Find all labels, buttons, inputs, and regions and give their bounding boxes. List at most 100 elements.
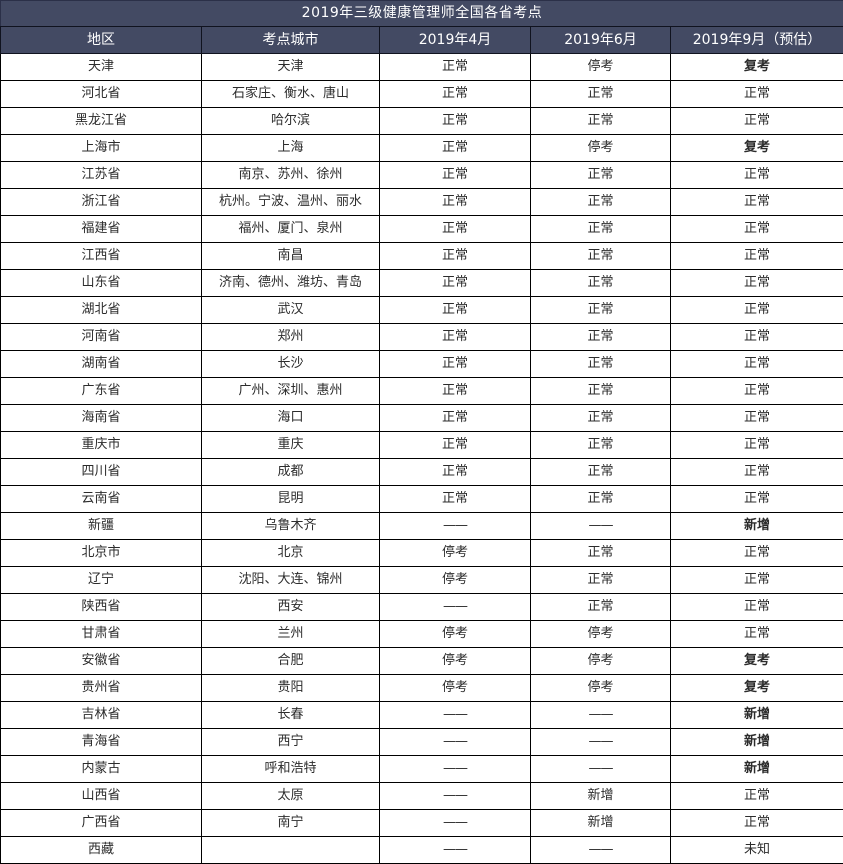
cell-april: —— (380, 594, 531, 621)
cell-city: 哈尔滨 (202, 108, 380, 135)
cell-june: 正常 (531, 108, 671, 135)
cell-june: —— (531, 729, 671, 756)
cell-september: 正常 (671, 108, 843, 135)
cell-june: 正常 (531, 270, 671, 297)
cell-april: 停考 (380, 675, 531, 702)
cell-june: —— (531, 702, 671, 729)
cell-region: 青海省 (1, 729, 202, 756)
cell-city: 南宁 (202, 810, 380, 837)
cell-region: 湖北省 (1, 297, 202, 324)
cell-region: 辽宁 (1, 567, 202, 594)
cell-april: 正常 (380, 81, 531, 108)
cell-june: 正常 (531, 432, 671, 459)
table-row: 广东省广州、深圳、惠州正常正常正常 (1, 378, 843, 405)
cell-city: 呼和浩特 (202, 756, 380, 783)
table-row: 天津天津正常停考复考 (1, 54, 843, 81)
table-row: 青海省西宁————新增 (1, 729, 843, 756)
cell-april: —— (380, 810, 531, 837)
cell-april: 正常 (380, 243, 531, 270)
cell-region: 内蒙古 (1, 756, 202, 783)
cell-april: 停考 (380, 540, 531, 567)
cell-city: 长沙 (202, 351, 380, 378)
cell-region: 西藏 (1, 837, 202, 864)
cell-june: 正常 (531, 486, 671, 513)
cell-june: 正常 (531, 189, 671, 216)
cell-region: 上海市 (1, 135, 202, 162)
cell-region: 安徽省 (1, 648, 202, 675)
cell-region: 江苏省 (1, 162, 202, 189)
table-row: 湖北省武汉正常正常正常 (1, 297, 843, 324)
table-row: 河北省石家庄、衡水、唐山正常正常正常 (1, 81, 843, 108)
cell-city: 武汉 (202, 297, 380, 324)
cell-september: 正常 (671, 216, 843, 243)
column-header-june: 2019年6月 (531, 27, 671, 54)
column-header-city: 考点城市 (202, 27, 380, 54)
cell-city: 上海 (202, 135, 380, 162)
cell-city: 南京、苏州、徐州 (202, 162, 380, 189)
cell-region: 四川省 (1, 459, 202, 486)
cell-june: 正常 (531, 81, 671, 108)
cell-june: 正常 (531, 162, 671, 189)
table-row: 山西省太原——新增正常 (1, 783, 843, 810)
cell-april: 正常 (380, 108, 531, 135)
table-row: 江西省南昌正常正常正常 (1, 243, 843, 270)
cell-region: 天津 (1, 54, 202, 81)
cell-region: 广东省 (1, 378, 202, 405)
cell-region: 江西省 (1, 243, 202, 270)
cell-september: 复考 (671, 54, 843, 81)
cell-september: 正常 (671, 378, 843, 405)
cell-june: 停考 (531, 135, 671, 162)
table-title: 2019年三级健康管理师全国各省考点 (1, 1, 843, 27)
cell-september: 正常 (671, 540, 843, 567)
cell-city: 海口 (202, 405, 380, 432)
cell-june: 正常 (531, 324, 671, 351)
cell-june: 正常 (531, 378, 671, 405)
table-row: 海南省海口正常正常正常 (1, 405, 843, 432)
cell-april: 正常 (380, 270, 531, 297)
cell-city: 杭州。宁波、温州、丽水 (202, 189, 380, 216)
cell-april: —— (380, 513, 531, 540)
cell-region: 甘肃省 (1, 621, 202, 648)
cell-april: —— (380, 729, 531, 756)
cell-june: 正常 (531, 405, 671, 432)
cell-city: 长春 (202, 702, 380, 729)
cell-september: 正常 (671, 621, 843, 648)
cell-april: 正常 (380, 405, 531, 432)
cell-region: 云南省 (1, 486, 202, 513)
table-row: 广西省南宁——新增正常 (1, 810, 843, 837)
cell-september: 复考 (671, 648, 843, 675)
cell-april: 正常 (380, 189, 531, 216)
cell-city: 贵阳 (202, 675, 380, 702)
cell-june: 正常 (531, 567, 671, 594)
cell-region: 湖南省 (1, 351, 202, 378)
cell-region: 吉林省 (1, 702, 202, 729)
cell-city: 郑州 (202, 324, 380, 351)
exam-sites-table: 2019年三级健康管理师全国各省考点 地区 考点城市 2019年4月 2019年… (0, 0, 843, 864)
table-row: 贵州省贵阳停考停考复考 (1, 675, 843, 702)
cell-city: 石家庄、衡水、唐山 (202, 81, 380, 108)
cell-june: 正常 (531, 243, 671, 270)
cell-region: 北京市 (1, 540, 202, 567)
table-header: 2019年三级健康管理师全国各省考点 地区 考点城市 2019年4月 2019年… (1, 1, 843, 54)
table-row: 甘肃省兰州停考停考正常 (1, 621, 843, 648)
cell-region: 河南省 (1, 324, 202, 351)
cell-april: 正常 (380, 162, 531, 189)
cell-city: 北京 (202, 540, 380, 567)
column-header-region: 地区 (1, 27, 202, 54)
cell-city: 太原 (202, 783, 380, 810)
table-row: 江苏省南京、苏州、徐州正常正常正常 (1, 162, 843, 189)
table-row: 上海市上海正常停考复考 (1, 135, 843, 162)
cell-city: 成都 (202, 459, 380, 486)
cell-september: 正常 (671, 459, 843, 486)
table-row: 北京市北京停考正常正常 (1, 540, 843, 567)
cell-region: 山东省 (1, 270, 202, 297)
cell-september: 正常 (671, 270, 843, 297)
cell-april: —— (380, 837, 531, 864)
cell-city: 济南、德州、潍坊、青岛 (202, 270, 380, 297)
cell-april: 停考 (380, 621, 531, 648)
cell-city: 西宁 (202, 729, 380, 756)
cell-september: 正常 (671, 81, 843, 108)
table-row: 福建省福州、厦门、泉州正常正常正常 (1, 216, 843, 243)
cell-april: 停考 (380, 648, 531, 675)
table-row: 辽宁沈阳、大连、锦州停考正常正常 (1, 567, 843, 594)
